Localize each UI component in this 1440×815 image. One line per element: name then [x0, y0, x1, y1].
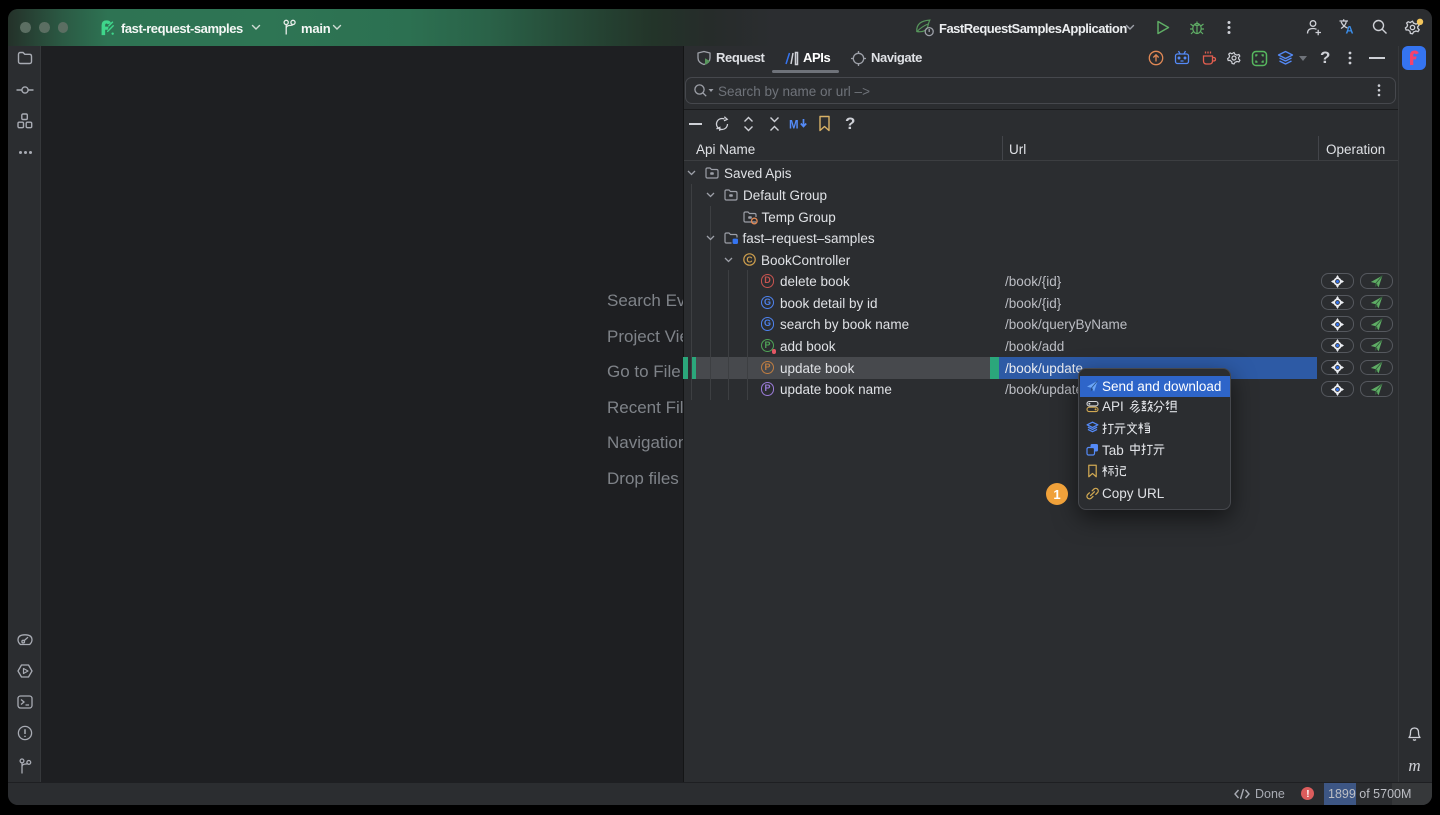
- svg-text:M: M: [789, 120, 799, 132]
- svg-text:A: A: [1346, 25, 1354, 37]
- svg-text:C: C: [746, 255, 752, 265]
